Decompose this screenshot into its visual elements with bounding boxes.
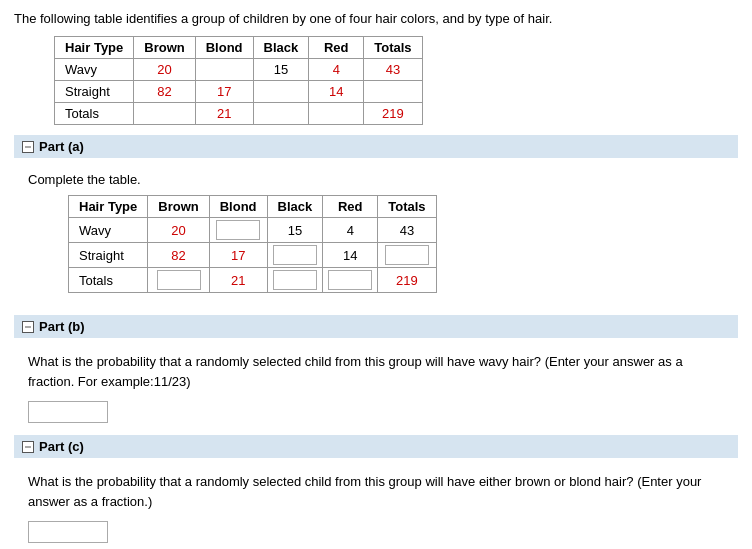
- part-a-table-container: Hair Type Brown Blond Black Red Totals W…: [68, 195, 724, 293]
- part-c-question: What is the probability that a randomly …: [28, 472, 724, 511]
- ref-cell-blond: 17: [195, 81, 253, 103]
- ref-col-blond: Blond: [195, 37, 253, 59]
- ref-col-red: Red: [309, 37, 364, 59]
- ref-cell-red: 4: [309, 59, 364, 81]
- part-c-toggle[interactable]: [22, 441, 34, 453]
- cell-input[interactable]: [273, 270, 317, 290]
- part-b-header: Part (b): [14, 315, 738, 338]
- a-col-black: Black: [267, 196, 323, 218]
- cell-hairtype: Straight: [69, 243, 148, 268]
- intro-text: The following table identifies a group o…: [14, 10, 738, 28]
- table-row: Totals 21 219: [69, 268, 437, 293]
- cell-value: 21: [209, 268, 267, 293]
- part-c-content: What is the probability that a randomly …: [14, 466, 738, 549]
- part-c-section: Part (c) What is the probability that a …: [14, 435, 738, 549]
- cell-input[interactable]: [328, 270, 372, 290]
- part-a-section: Part (a) Complete the table. Hair Type B…: [14, 135, 738, 313]
- part-a-instruction: Complete the table.: [28, 172, 724, 187]
- ref-cell-type: Totals: [55, 103, 134, 125]
- ref-cell-brown: [134, 103, 195, 125]
- a-col-red: Red: [323, 196, 378, 218]
- ref-cell-brown: 82: [134, 81, 195, 103]
- ref-col-black: Black: [253, 37, 309, 59]
- cell-value: 15: [267, 218, 323, 243]
- cell-value: 43: [378, 218, 436, 243]
- part-b-section: Part (b) What is the probability that a …: [14, 315, 738, 433]
- cell-value[interactable]: [148, 268, 209, 293]
- ref-cell-brown: 20: [134, 59, 195, 81]
- ref-cell-totals: [364, 81, 422, 103]
- cell-hairtype: Totals: [69, 268, 148, 293]
- ref-cell-type: Straight: [55, 81, 134, 103]
- ref-cell-type: Wavy: [55, 59, 134, 81]
- ref-cell-black: [253, 103, 309, 125]
- ref-col-totals: Totals: [364, 37, 422, 59]
- ref-table-row: Wavy20 15443: [55, 59, 423, 81]
- cell-value[interactable]: [209, 218, 267, 243]
- part-c-answer-input[interactable]: [28, 521, 108, 543]
- cell-value: 14: [323, 243, 378, 268]
- part-b-toggle[interactable]: [22, 321, 34, 333]
- cell-value[interactable]: [267, 243, 323, 268]
- main-container: The following table identifies a group o…: [0, 0, 752, 549]
- ref-table: Hair Type Brown Blond Black Red Totals W…: [54, 36, 423, 125]
- ref-cell-red: [309, 103, 364, 125]
- cell-input[interactable]: [273, 245, 317, 265]
- part-a-toggle[interactable]: [22, 141, 34, 153]
- a-col-brown: Brown: [148, 196, 209, 218]
- cell-value: 20: [148, 218, 209, 243]
- ref-cell-black: [253, 81, 309, 103]
- ref-table-row: Totals 21 219: [55, 103, 423, 125]
- ref-table-container: Hair Type Brown Blond Black Red Totals W…: [54, 36, 738, 125]
- part-a-label: Part (a): [39, 139, 84, 154]
- part-c-label: Part (c): [39, 439, 84, 454]
- ref-col-hairtype: Hair Type: [55, 37, 134, 59]
- ref-cell-totals: 219: [364, 103, 422, 125]
- a-col-blond: Blond: [209, 196, 267, 218]
- cell-value: 82: [148, 243, 209, 268]
- cell-value: 17: [209, 243, 267, 268]
- cell-value[interactable]: [267, 268, 323, 293]
- part-a-content: Complete the table. Hair Type Brown Blon…: [14, 166, 738, 313]
- table-row: Straight8217 14: [69, 243, 437, 268]
- ref-cell-black: 15: [253, 59, 309, 81]
- part-a-header: Part (a): [14, 135, 738, 158]
- ref-cell-totals: 43: [364, 59, 422, 81]
- cell-input[interactable]: [216, 220, 260, 240]
- a-col-hairtype: Hair Type: [69, 196, 148, 218]
- cell-hairtype: Wavy: [69, 218, 148, 243]
- part-c-header: Part (c): [14, 435, 738, 458]
- cell-input[interactable]: [385, 245, 429, 265]
- part-b-question: What is the probability that a randomly …: [28, 352, 724, 391]
- part-b-answer-input[interactable]: [28, 401, 108, 423]
- ref-col-brown: Brown: [134, 37, 195, 59]
- part-a-table: Hair Type Brown Blond Black Red Totals W…: [68, 195, 437, 293]
- ref-cell-blond: 21: [195, 103, 253, 125]
- cell-value[interactable]: [323, 268, 378, 293]
- a-col-totals: Totals: [378, 196, 436, 218]
- cell-value[interactable]: [378, 243, 436, 268]
- ref-cell-blond: [195, 59, 253, 81]
- cell-value: 4: [323, 218, 378, 243]
- cell-input[interactable]: [157, 270, 201, 290]
- part-b-content: What is the probability that a randomly …: [14, 346, 738, 433]
- ref-cell-red: 14: [309, 81, 364, 103]
- cell-value: 219: [378, 268, 436, 293]
- ref-table-row: Straight8217 14: [55, 81, 423, 103]
- part-b-label: Part (b): [39, 319, 85, 334]
- table-row: Wavy20 15443: [69, 218, 437, 243]
